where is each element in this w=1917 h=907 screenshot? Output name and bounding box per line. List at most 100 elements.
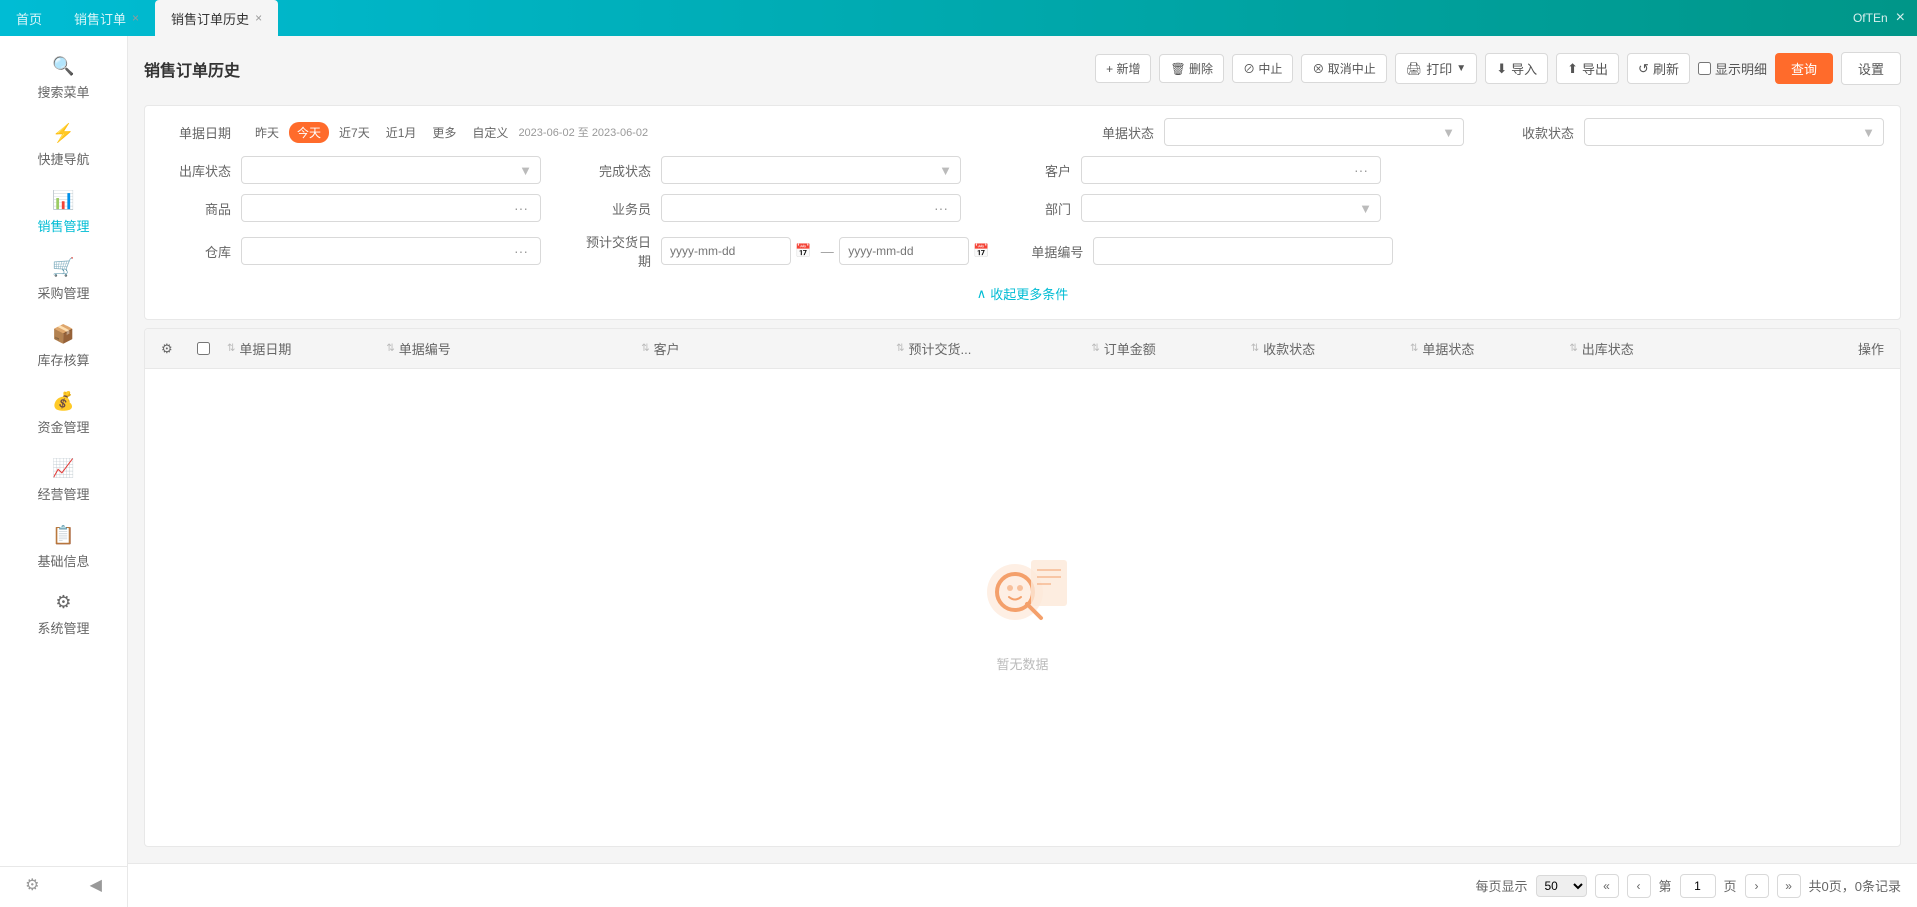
- goods-label: 商品: [161, 199, 241, 218]
- page-title: 销售订单历史: [144, 57, 240, 81]
- col-checkbox[interactable]: [189, 342, 219, 355]
- completion-status-select[interactable]: ▼: [661, 156, 961, 184]
- date-btn-7days[interactable]: 近7天: [333, 122, 376, 143]
- col-bill-status[interactable]: ⇅ 单据状态: [1402, 339, 1561, 358]
- window-close-button[interactable]: ×: [1896, 9, 1905, 27]
- date-btn-1month[interactable]: 近1月: [380, 122, 423, 143]
- select-all-checkbox[interactable]: [197, 342, 210, 355]
- sidebar-settings-icon[interactable]: ⚙: [25, 875, 39, 895]
- col-customer[interactable]: ⇅ 客户: [633, 339, 888, 358]
- setting-button[interactable]: 设置: [1841, 52, 1901, 85]
- sidebar-item-quick-nav[interactable]: ⚡ 快捷导航: [0, 111, 127, 178]
- last-page-button[interactable]: »: [1777, 874, 1801, 898]
- sidebar-item-basic-info[interactable]: 📋 基础信息: [0, 513, 127, 580]
- col-expected-delivery[interactable]: ⇅ 预计交货...: [888, 339, 1083, 358]
- table-container: ⚙ ⇅ 单据日期 ⇅ 单据编号 ⇅ 客户: [144, 328, 1901, 847]
- col-delivery-status[interactable]: ⇅ 出库状态: [1561, 339, 1756, 358]
- collapse-label: 收起更多条件: [990, 284, 1068, 303]
- next-page-button[interactable]: ›: [1745, 874, 1769, 898]
- often-label: OfTEn: [1853, 11, 1888, 25]
- col-expected-delivery-label: 预计交货...: [909, 339, 972, 358]
- date-quick-buttons: 昨天 今天 近7天 近1月 更多 自定义: [249, 122, 514, 143]
- stop-button[interactable]: ⊘ 中止: [1232, 54, 1293, 83]
- col-actions-label: 操作: [1858, 339, 1884, 358]
- tab-sales-order[interactable]: 销售订单 ×: [58, 0, 155, 36]
- expected-delivery-start[interactable]: [661, 237, 791, 265]
- sidebar-item-search-menu[interactable]: 🔍 搜索菜单: [0, 44, 127, 111]
- toolbar: + 新增 🗑 删除 ⊘ 中止 ⊗ 取消中止 🖨 🖨 打印 打印 ▼ ⬇ 导入: [1095, 52, 1901, 85]
- first-page-button[interactable]: «: [1595, 874, 1619, 898]
- sidebar-bottom: ⚙ ◀: [0, 866, 127, 907]
- sidebar-collapse-icon[interactable]: ◀: [90, 875, 102, 895]
- department-select[interactable]: ▼: [1081, 194, 1381, 222]
- page-number-input[interactable]: [1680, 874, 1716, 898]
- sort-icon-2: ⇅: [386, 343, 394, 354]
- col-order-amount[interactable]: ⇅ 订单金额: [1083, 339, 1242, 358]
- page-size-select[interactable]: 50 10 20 100: [1536, 875, 1587, 897]
- sort-icon-8: ⇅: [1569, 343, 1577, 354]
- col-bill-date[interactable]: ⇅ 单据日期: [219, 339, 378, 358]
- empty-text: 暂无数据: [996, 654, 1048, 673]
- refresh-button[interactable]: ↺ 刷新: [1627, 53, 1690, 84]
- table-header: ⚙ ⇅ 单据日期 ⇅ 单据编号 ⇅ 客户: [145, 329, 1900, 369]
- tab-home[interactable]: 首页: [0, 0, 58, 36]
- sidebar-item-sys-mgmt[interactable]: ⚙ 系统管理: [0, 580, 127, 647]
- customer-input[interactable]: ···: [1081, 156, 1381, 184]
- filter-row-4: 仓库 ··· 预计交货日期 📅 — 📅 单据编号: [161, 232, 1884, 270]
- goods-dots-icon[interactable]: ···: [510, 200, 532, 216]
- show-detail-checkbox-label[interactable]: 显示明细: [1698, 59, 1767, 78]
- col-bill-status-label: 单据状态: [1422, 339, 1474, 358]
- calendar-start-icon[interactable]: 📅: [795, 243, 811, 259]
- delete-button[interactable]: 🗑 删除: [1159, 54, 1224, 83]
- date-btn-yesterday[interactable]: 昨天: [249, 122, 285, 143]
- department-dropdown-icon: ▼: [1359, 201, 1372, 216]
- query-button[interactable]: 查询: [1775, 53, 1833, 84]
- sort-icon-5: ⇅: [1091, 343, 1099, 354]
- sort-icon-3: ⇅: [641, 343, 649, 354]
- salesperson-dots-icon[interactable]: ···: [930, 200, 952, 216]
- new-button[interactable]: + 新增: [1095, 54, 1151, 83]
- table-settings-icon[interactable]: ⚙: [161, 341, 173, 357]
- salesperson-label: 业务员: [581, 199, 661, 218]
- delivery-status-select[interactable]: ▼: [241, 156, 541, 184]
- sidebar-item-operations[interactable]: 📈 经营管理: [0, 446, 127, 513]
- tab-sales-order-history-close[interactable]: ×: [255, 11, 262, 25]
- page-content: 销售订单历史 + 新增 🗑 删除 ⊘ 中止 ⊗ 取消中止 🖨 🖨 打印 打印 ▼…: [128, 36, 1917, 863]
- tab-sales-order-history[interactable]: 销售订单历史 ×: [155, 0, 278, 36]
- search-menu-icon: 🔍: [52, 54, 76, 78]
- sidebar-item-sys-mgmt-label: 系统管理: [37, 618, 89, 637]
- calendar-end-icon[interactable]: 📅: [973, 243, 989, 259]
- warehouse-input[interactable]: ···: [241, 237, 541, 265]
- col-payment-status-label: 收款状态: [1263, 339, 1315, 358]
- expected-delivery-end[interactable]: [839, 237, 969, 265]
- date-btn-today[interactable]: 今天: [289, 122, 329, 143]
- date-btn-more[interactable]: 更多: [426, 122, 462, 143]
- export-button[interactable]: ⬆ 导出: [1556, 53, 1619, 84]
- sidebar-item-purchase-mgmt[interactable]: 🛒 采购管理: [0, 245, 127, 312]
- col-bill-date-label: 单据日期: [239, 339, 291, 358]
- warehouse-dots-icon[interactable]: ···: [510, 243, 532, 259]
- bill-number-input[interactable]: [1093, 237, 1393, 265]
- salesperson-input[interactable]: ···: [661, 194, 961, 222]
- prev-page-button[interactable]: ‹: [1627, 874, 1651, 898]
- sidebar-item-inventory[interactable]: 📦 库存核算: [0, 312, 127, 379]
- show-detail-checkbox[interactable]: [1698, 62, 1711, 75]
- cancel-stop-button[interactable]: ⊗ 取消中止: [1301, 54, 1386, 83]
- col-bill-number[interactable]: ⇅ 单据编号: [378, 339, 633, 358]
- customer-dots-icon[interactable]: ···: [1350, 162, 1372, 178]
- quick-nav-icon: ⚡: [52, 121, 76, 145]
- col-settings[interactable]: ⚙: [153, 341, 189, 357]
- sidebar-item-finance[interactable]: 💰 资金管理: [0, 379, 127, 446]
- print-button[interactable]: 🖨 🖨 打印 打印 ▼: [1395, 53, 1477, 84]
- goods-input[interactable]: ···: [241, 194, 541, 222]
- payment-status-select[interactable]: ▼: [1584, 118, 1884, 146]
- import-button[interactable]: ⬇ 导入: [1485, 53, 1548, 84]
- date-range-display: 2023-06-02 至 2023-06-02: [518, 124, 648, 140]
- bill-status-select[interactable]: ▼: [1164, 118, 1464, 146]
- collapse-filter-button[interactable]: ∧ 收起更多条件: [161, 280, 1884, 307]
- col-payment-status[interactable]: ⇅ 收款状态: [1243, 339, 1402, 358]
- tab-sales-order-close[interactable]: ×: [132, 11, 139, 25]
- date-btn-custom[interactable]: 自定义: [466, 122, 514, 143]
- finance-icon: 💰: [52, 389, 76, 413]
- sidebar-item-sales-mgmt[interactable]: 📊 销售管理: [0, 178, 127, 245]
